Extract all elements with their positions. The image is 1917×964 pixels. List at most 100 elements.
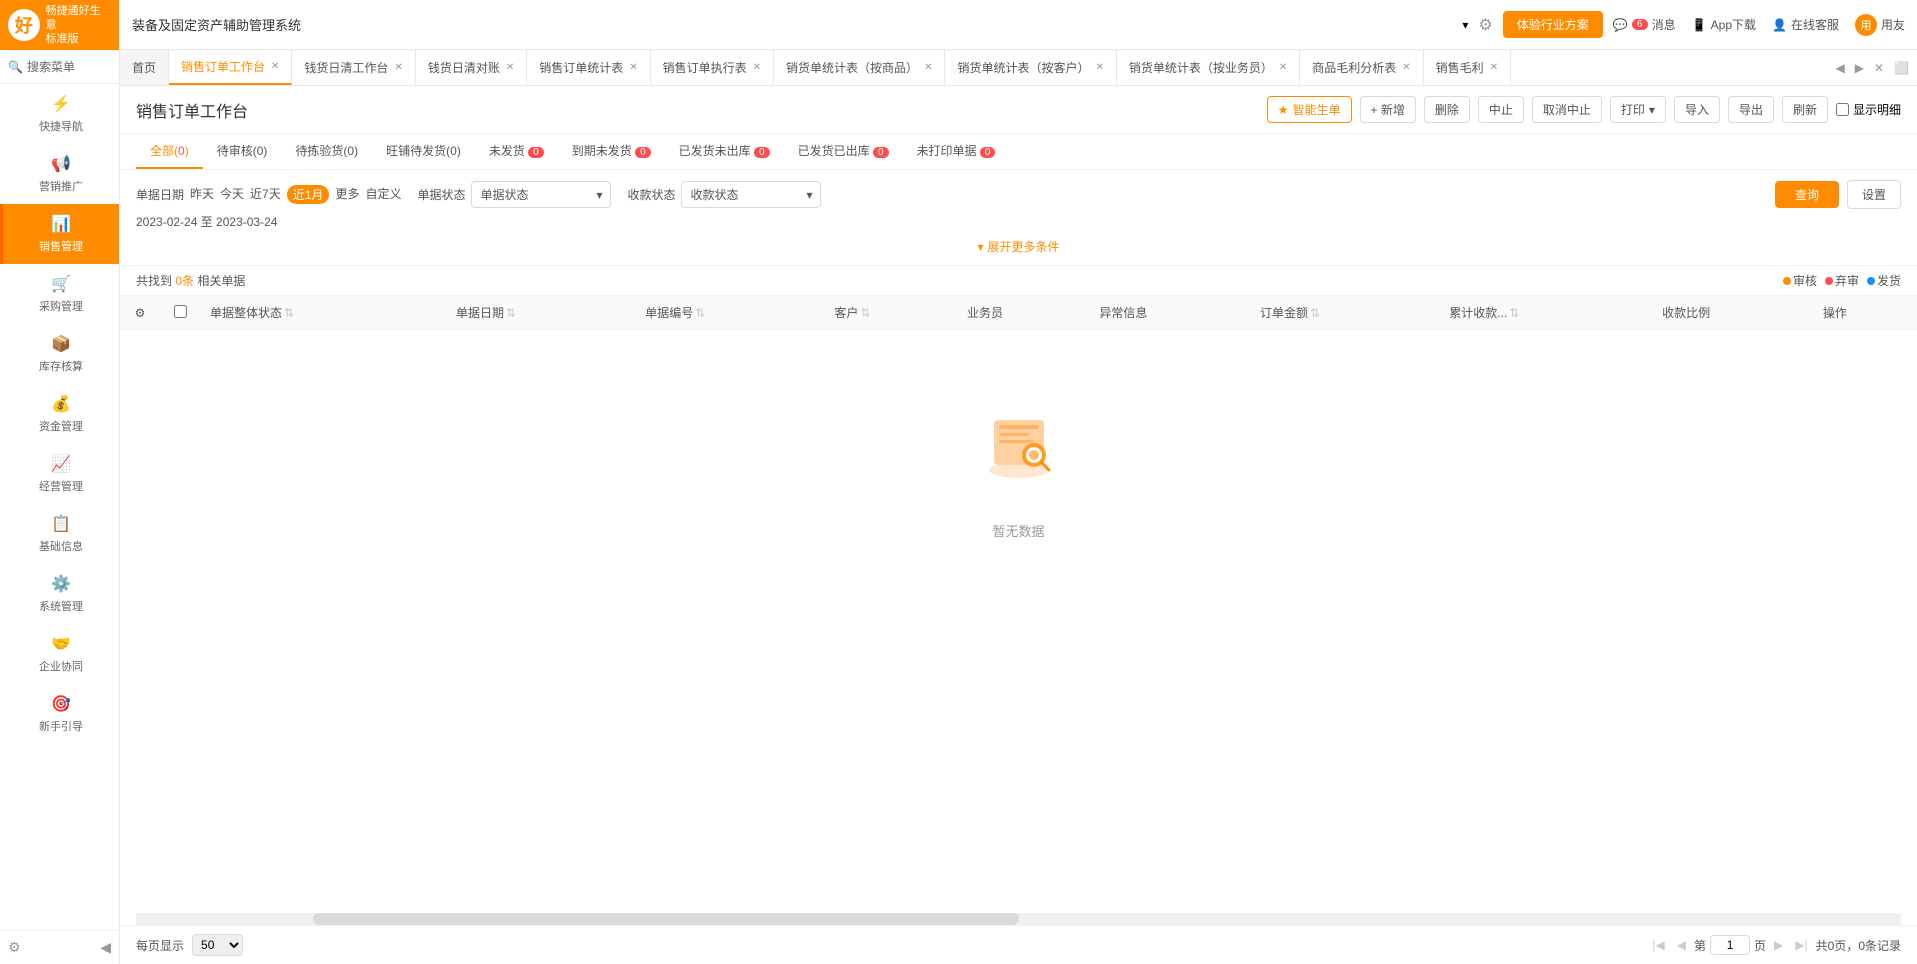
review-btn[interactable]: 审核 [1783,272,1817,289]
tab-close-sales-exec[interactable]: ✕ [753,62,761,73]
app-download-btn[interactable]: 📱 App下载 [1692,16,1756,33]
refresh-btn[interactable]: 刷新 [1782,96,1828,123]
tab-sales-profit[interactable]: 销售毛利 ✕ [1424,50,1511,85]
date-7days[interactable]: 近7天 [250,185,281,204]
tab-sales-summary-staff[interactable]: 销货单统计表（按业务员） ✕ [1117,50,1300,85]
system-dropdown[interactable]: ▾ [1462,18,1468,32]
tab-profit-analysis[interactable]: 商品毛利分析表 ✕ [1300,50,1423,85]
online-service-btn[interactable]: 👤 在线客服 [1772,16,1839,33]
tab-cash-reconcile[interactable]: 钱货日清对账 ✕ [416,50,527,85]
tab-prev-btn[interactable]: ◀ [1832,59,1849,77]
select-all-checkbox[interactable] [174,305,187,318]
tab-close-sales-summary-staff[interactable]: ✕ [1279,62,1287,73]
filter-tab-not-shipped[interactable]: 未发货 0 [475,134,558,169]
smart-create-btn[interactable]: ★ 智能生单 [1267,96,1352,123]
next-page-btn[interactable]: ▶ [1770,936,1787,954]
show-detail-checkbox[interactable] [1836,103,1849,116]
tab-next-btn[interactable]: ▶ [1851,59,1868,77]
filter-tab-shipped-out[interactable]: 已发货已出库 0 [784,134,903,169]
sidebar-item-operation[interactable]: 📈 经营管理 [0,444,119,504]
last-page-btn[interactable]: ▶| [1791,936,1811,954]
sort-date[interactable]: 单据日期 ⇅ [456,304,625,321]
sidebar-item-quick-nav[interactable]: ⚡ 快捷导航 [0,84,119,144]
tab-close-sales-summary-product[interactable]: ✕ [924,62,932,73]
filter-tab-not-printed[interactable]: 未打印单据 0 [903,134,1010,169]
filter-tab-all[interactable]: 全部(0) [136,134,203,169]
sidebar-item-inventory[interactable]: 📦 库存核算 [0,324,119,384]
settings-icon-topbar[interactable]: ⚙ [1478,15,1492,35]
tab-sales-stats[interactable]: 销售订单统计表 ✕ [527,50,650,85]
sidebar-item-sales[interactable]: 📊 销售管理 [0,204,119,264]
scroll-bar-area[interactable] [136,913,1901,925]
date-today[interactable]: 今天 [220,185,244,204]
show-detail-label[interactable]: 显示明细 [1836,101,1901,118]
filter-tab-shipped-not-out[interactable]: 已发货未出库 0 [665,134,784,169]
import-btn[interactable]: 导入 [1674,96,1720,123]
date-custom[interactable]: 自定义 [365,185,401,204]
sidebar-search[interactable]: 🔍 搜索菜单 [0,50,119,84]
scroll-bar-handle[interactable] [313,913,1019,925]
cancel-review-btn[interactable]: 弃审 [1825,272,1859,289]
sidebar-item-purchase[interactable]: 🛒 采购管理 [0,264,119,324]
filter-tab-pending-inspect[interactable]: 待拣验货(0) [281,134,372,169]
sort-collected[interactable]: 累计收款... ⇅ [1449,304,1642,321]
sort-number[interactable]: 单据编号 ⇅ [645,304,814,321]
col-settings[interactable]: ⚙ [120,296,160,330]
date-1month[interactable]: 近1月 [287,185,330,204]
delete-btn[interactable]: 删除 [1424,96,1470,123]
export-btn[interactable]: 导出 [1728,96,1774,123]
ship-btn[interactable]: 发货 [1867,272,1901,289]
stop-btn[interactable]: 中止 [1478,96,1524,123]
payment-select[interactable]: 收款状态 ▾ [681,181,821,208]
tab-sales-summary-customer[interactable]: 销货单统计表（按客户） ✕ [945,50,1116,85]
payment-label: 收款状态 [627,186,675,203]
tab-close-cash-daily[interactable]: ✕ [394,62,402,73]
per-page-select[interactable]: 10 20 50 100 [192,934,243,956]
page-input[interactable] [1710,935,1750,955]
tab-close-sales-stats[interactable]: ✕ [629,62,637,73]
filter-tab-overdue[interactable]: 到期未发货 0 [558,134,665,169]
sidebar-item-system[interactable]: ⚙️ 系统管理 [0,564,119,624]
filter-tab-wangpu[interactable]: 旺铺待发货(0) [372,134,475,169]
sidebar-item-marketing[interactable]: 📢 营销推广 [0,144,119,204]
user-menu-btn[interactable]: 用 用友 [1855,14,1905,36]
sidebar-item-enterprise[interactable]: 🤝 企业协同 [0,624,119,684]
date-yesterday[interactable]: 昨天 [190,185,214,204]
col-checkbox[interactable] [160,296,200,330]
tab-cash-daily[interactable]: 钱货日清工作台 ✕ [292,50,415,85]
tab-close-profit-analysis[interactable]: ✕ [1402,62,1410,73]
date-more[interactable]: 更多 [335,185,359,204]
cancel-stop-btn[interactable]: 取消中止 [1532,96,1602,123]
message-btn[interactable]: 💬 6 消息 [1613,16,1676,33]
tab-sales-summary-product[interactable]: 销货单统计表（按商品） ✕ [774,50,945,85]
tab-home[interactable]: 首页 [120,50,169,85]
tab-close-all-btn[interactable]: ✕ [1870,59,1888,77]
prev-page-btn[interactable]: ◀ [1673,936,1690,954]
col-salesperson: 业务员 [957,296,1089,330]
payment-filter: 收款状态 收款状态 ▾ [627,181,821,208]
sidebar-item-finance[interactable]: 💰 资金管理 [0,384,119,444]
tab-close-sales-profit[interactable]: ✕ [1490,62,1498,73]
collapse-btn[interactable]: ◀ [100,939,111,956]
print-btn[interactable]: 打印 ▾ [1610,96,1666,123]
tab-sales-exec[interactable]: 销售订单执行表 ✕ [651,50,774,85]
tab-expand-btn[interactable]: ⬜ [1890,59,1913,77]
expand-more-btn[interactable]: ▾ 展开更多条件 [977,238,1059,255]
sort-amount[interactable]: 订单金额 ⇅ [1260,304,1429,321]
query-btn[interactable]: 查询 [1775,181,1839,208]
filter-tab-pending-review[interactable]: 待审核(0) [203,134,282,169]
settings-bottom-btn[interactable]: ⚙ [8,939,21,956]
setting-btn[interactable]: 设置 [1847,180,1901,209]
sort-customer[interactable]: 客户 ⇅ [834,304,947,321]
industry-solution-btn[interactable]: 体验行业方案 [1503,11,1603,38]
sidebar-item-guide[interactable]: 🎯 新手引导 [0,684,119,744]
add-btn[interactable]: + 新增 [1360,96,1416,123]
tab-sales-workbench[interactable]: 销售订单工作台 ✕ [169,50,292,85]
first-page-btn[interactable]: |◀ [1648,936,1668,954]
tab-close-sales-summary-customer[interactable]: ✕ [1095,62,1103,73]
tab-close-cash-reconcile[interactable]: ✕ [506,62,514,73]
status-select[interactable]: 单据状态 ▾ [471,181,611,208]
sidebar-item-base[interactable]: 📋 基础信息 [0,504,119,564]
tab-close-sales-workbench[interactable]: ✕ [271,61,279,72]
sort-status[interactable]: 单据整体状态 ⇅ [210,304,436,321]
